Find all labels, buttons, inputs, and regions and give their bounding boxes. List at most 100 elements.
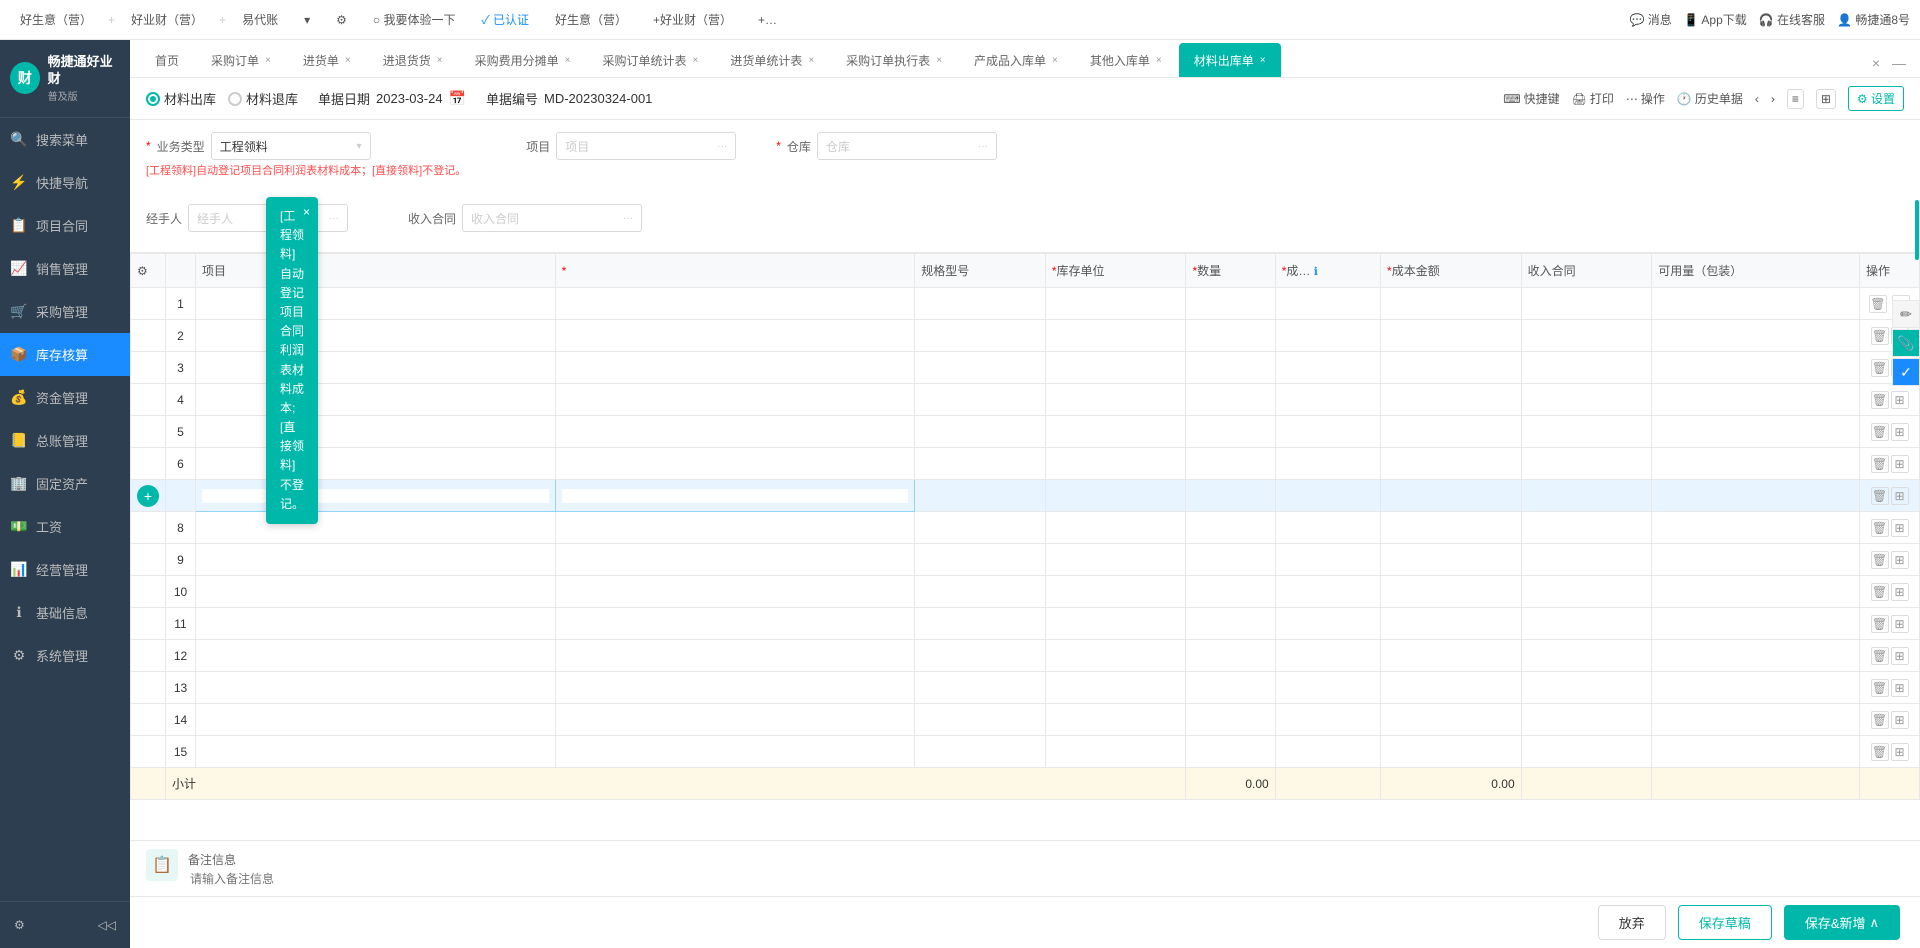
copy-row-btn-13[interactable]: ⊞ [1891, 679, 1909, 697]
delete-row-btn-12[interactable]: 🗑 [1871, 647, 1889, 665]
tab-close-purchase-expense[interactable]: × [565, 55, 571, 66]
delete-row-btn-10[interactable]: 🗑 [1871, 583, 1889, 601]
delete-row-btn-7[interactable]: 🗑 [1871, 487, 1889, 505]
sidebar-item-business[interactable]: 📊 经营管理 [0, 548, 130, 591]
operations-btn[interactable]: ⋯ 操作 [1626, 90, 1665, 107]
sidebar-item-search[interactable]: 🔍 搜索菜单 [0, 118, 130, 161]
top-nav-certified[interactable]: ✓ 已认证 [471, 7, 539, 32]
sidebar-item-sales[interactable]: 📈 销售管理 [0, 247, 130, 290]
active-cell-input-2[interactable] [562, 489, 909, 503]
tab-home[interactable]: 首页 [140, 43, 194, 77]
tab-close-purchase-order[interactable]: × [265, 55, 271, 66]
top-nav-message[interactable]: 💬 消息 [1630, 11, 1672, 28]
radio-material-return[interactable]: 材料退库 [228, 89, 298, 108]
copy-row-btn-12[interactable]: ⊞ [1891, 647, 1909, 665]
delete-row-btn-6[interactable]: 🗑 [1871, 455, 1889, 473]
tab-purchase-stats[interactable]: 采购订单统计表 × [587, 43, 713, 77]
history-btn[interactable]: 🕐 历史单据 [1677, 90, 1743, 107]
copy-row-btn-11[interactable]: ⊞ [1891, 615, 1909, 633]
notes-input[interactable] [188, 870, 347, 888]
tab-material-issue[interactable]: 材料出库单 × [1179, 43, 1281, 77]
sidebar-item-basic[interactable]: ℹ 基础信息 [0, 591, 130, 634]
settings-top-btn[interactable]: ⚙ 设置 [1848, 86, 1904, 111]
sidebar-collapse-btn[interactable]: ◁◁ [94, 910, 120, 940]
tab-other-receipt[interactable]: 其他入库单 × [1075, 43, 1177, 77]
right-panel-blue-btn[interactable]: ✓ [1892, 358, 1920, 386]
delete-row-btn-15[interactable]: 🗑 [1871, 743, 1889, 761]
top-nav-item-easy-account[interactable]: 易代账 [232, 7, 288, 32]
tab-close-material-issue[interactable]: × [1260, 55, 1266, 66]
cell-available[interactable] [1652, 288, 1860, 320]
top-nav-good-biz2[interactable]: 好生意（营） [545, 7, 637, 32]
print-btn[interactable]: 🖨 打印 [1572, 90, 1614, 107]
tab-close-purchase-exec[interactable]: × [936, 55, 942, 66]
copy-row-btn-9[interactable]: ⊞ [1891, 551, 1909, 569]
tab-goods-return[interactable]: 进退货货 × [368, 43, 458, 77]
tab-close-goods-return[interactable]: × [437, 55, 443, 66]
view-list-btn[interactable]: ≡ [1787, 89, 1804, 109]
cell-cost-amount[interactable] [1381, 288, 1522, 320]
tab-purchase-exec[interactable]: 采购订单执行表 × [831, 43, 957, 77]
sidebar-item-purchase[interactable]: 🛒 采购管理 [0, 290, 130, 333]
cell-project[interactable] [196, 288, 556, 320]
tab-close-goods-stats[interactable]: × [808, 55, 814, 66]
delete-row-btn-4[interactable]: 🗑 [1871, 391, 1889, 409]
save-draft-button[interactable]: 保存草稿 [1678, 905, 1772, 940]
sidebar-item-fund[interactable]: 💰 资金管理 [0, 376, 130, 419]
tab-bar-close-btn[interactable]: × [1868, 53, 1884, 73]
delete-row-btn-8[interactable]: 🗑 [1871, 519, 1889, 537]
top-nav-more[interactable]: +… [748, 9, 787, 31]
top-nav-item-good-biz[interactable]: 好生意（营） [10, 7, 102, 32]
tab-product-receipt[interactable]: 产成品入库单 × [959, 43, 1073, 77]
right-panel-green-btn[interactable]: 📎 [1892, 329, 1920, 357]
top-nav-app-download[interactable]: 📱 App下载 [1684, 11, 1747, 28]
delete-row-btn-2[interactable]: 🗑 [1871, 327, 1889, 345]
sidebar-item-salary[interactable]: 💵 工资 [0, 505, 130, 548]
delete-row-btn[interactable]: 🗑 [1869, 295, 1887, 313]
sidebar-settings-btn[interactable]: ⚙ [10, 910, 29, 940]
top-nav-dropdown[interactable]: ▾ [294, 9, 320, 31]
delete-row-btn-11[interactable]: 🗑 [1871, 615, 1889, 633]
tab-purchase-expense[interactable]: 采购费用分摊单 × [460, 43, 586, 77]
top-nav-item-good-wealth[interactable]: 好业财（营） [121, 7, 213, 32]
delete-row-btn-14[interactable]: 🗑 [1871, 711, 1889, 729]
right-panel-edit-btn[interactable]: ✏ [1892, 300, 1920, 328]
tab-close-purchase-stats[interactable]: × [692, 55, 698, 66]
cell-spec[interactable] [915, 288, 1046, 320]
top-nav-online-service[interactable]: 🎧 在线客服 [1759, 11, 1825, 28]
cell-income-contract[interactable] [1521, 288, 1652, 320]
shortcut-btn[interactable]: ⌨ 快捷键 [1503, 90, 1559, 107]
radio-material-issue[interactable]: 材料出库 [146, 89, 216, 108]
tooltip-close-btn[interactable]: × [303, 203, 310, 222]
cell-quantity[interactable] [1186, 288, 1275, 320]
tab-close-goods-receipt[interactable]: × [345, 55, 351, 66]
income-contract-input[interactable]: 收入合同 ··· [462, 204, 642, 232]
sidebar-item-ledger[interactable]: 📒 总账管理 [0, 419, 130, 462]
nav-prev-btn[interactable]: ‹ [1755, 92, 1759, 106]
view-grid-btn[interactable]: ⊞ [1816, 89, 1836, 109]
discard-button[interactable]: 放弃 [1598, 905, 1666, 940]
top-nav-trial[interactable]: ○ 我要体验一下 [363, 7, 466, 32]
copy-row-btn-14[interactable]: ⊞ [1891, 711, 1909, 729]
sidebar-item-system[interactable]: ⚙ 系统管理 [0, 634, 130, 677]
delete-row-btn-5[interactable]: 🗑 [1871, 423, 1889, 441]
copy-row-btn-5[interactable]: ⊞ [1891, 423, 1909, 441]
top-nav-settings-icon[interactable]: ⚙ [326, 9, 357, 31]
sidebar-item-inventory[interactable]: 📦 库存核算 [0, 333, 130, 376]
tab-goods-receipt[interactable]: 进货单 × [288, 43, 366, 77]
delete-row-btn-3[interactable]: 🗑 [1871, 359, 1889, 377]
copy-row-btn-15[interactable]: ⊞ [1891, 743, 1909, 761]
tab-purchase-order[interactable]: 采购订单 × [196, 43, 286, 77]
nav-next-btn[interactable]: › [1771, 92, 1775, 106]
business-type-input[interactable]: 工程领料 ▾ [211, 132, 371, 160]
add-row-btn[interactable]: + [137, 485, 159, 507]
sidebar-item-project[interactable]: 📋 项目合同 [0, 204, 130, 247]
cell-unit[interactable] [1045, 288, 1186, 320]
project-input[interactable]: 项目 ··· [556, 132, 736, 160]
tab-close-other-receipt[interactable]: × [1156, 55, 1162, 66]
delete-row-btn-13[interactable]: 🗑 [1871, 679, 1889, 697]
tab-close-product-receipt[interactable]: × [1052, 55, 1058, 66]
calendar-icon[interactable]: 📅 [449, 90, 466, 107]
warehouse-input[interactable]: 仓库 ··· [817, 132, 997, 160]
copy-row-btn-6[interactable]: ⊞ [1891, 455, 1909, 473]
